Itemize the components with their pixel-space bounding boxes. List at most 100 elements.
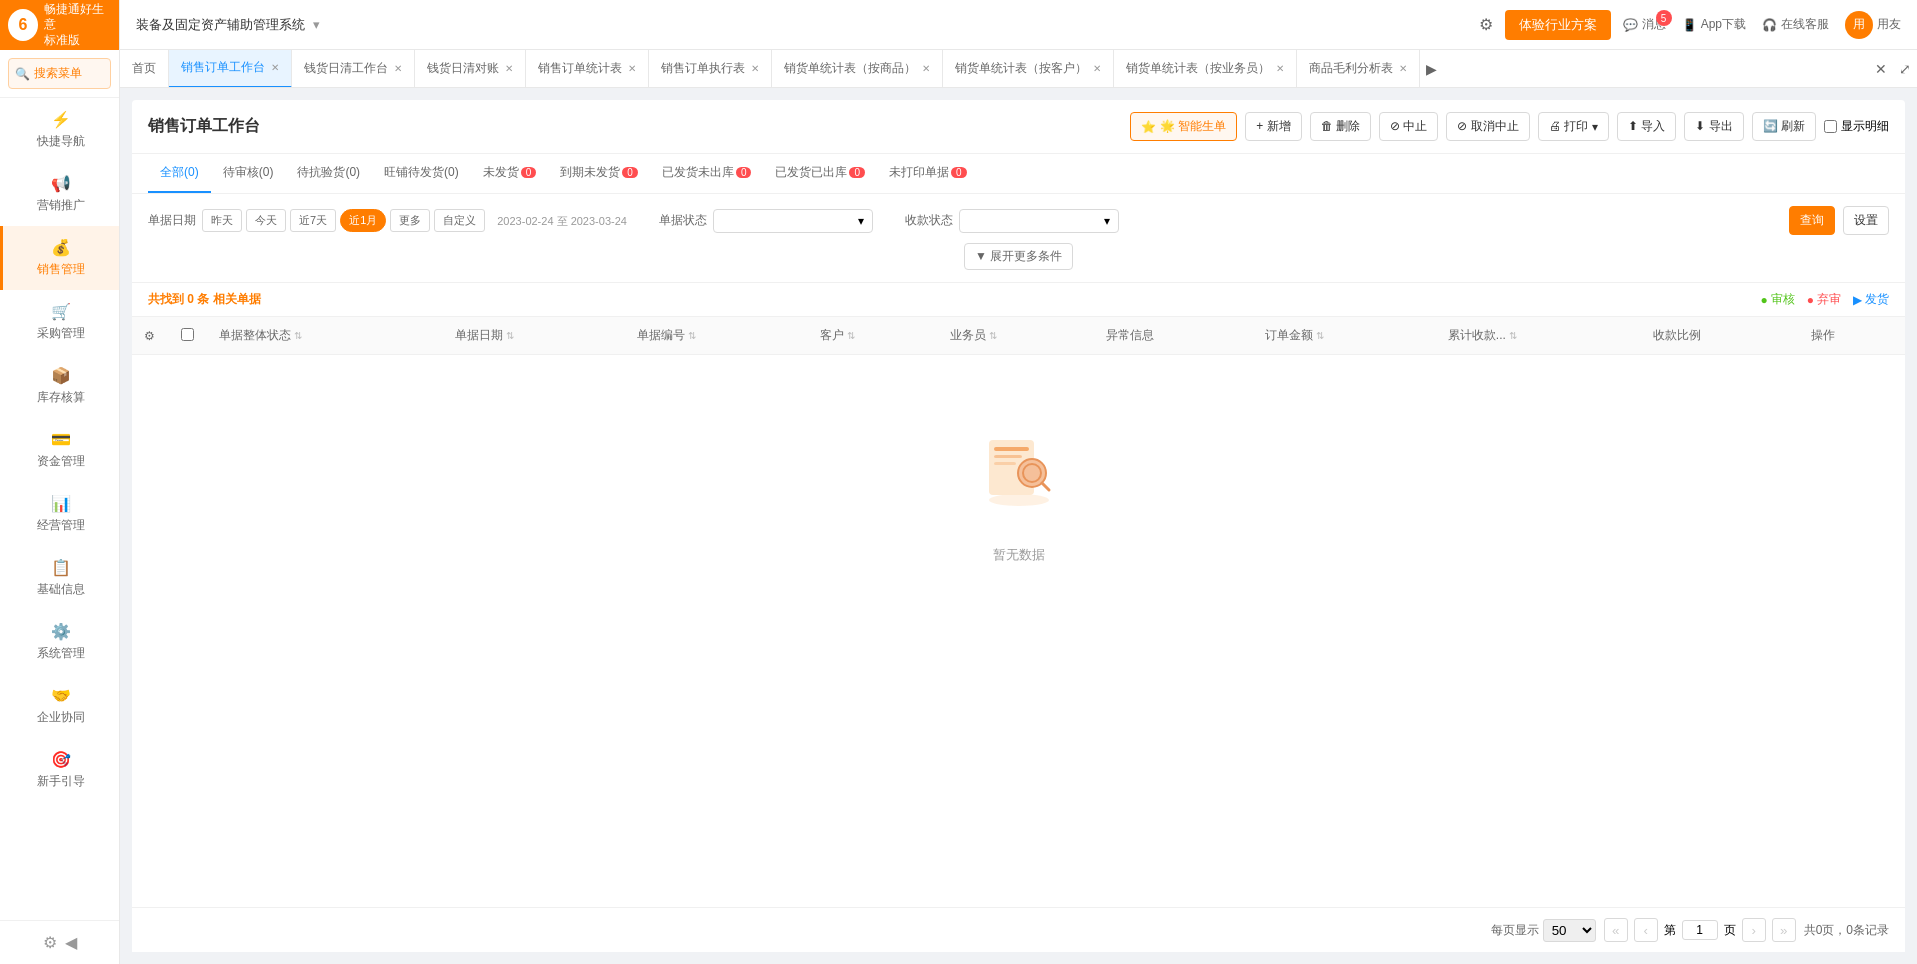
col-number[interactable]: 单据编号 ⇅ [625,317,808,355]
tab-close-cash-reconcile[interactable]: ✕ [505,63,513,74]
sidebar-item-quick-nav[interactable]: ⚡ 快捷导航 [0,98,119,162]
count-value: 0 [187,292,194,306]
content-inner: 销售订单工作台 ⭐ 🌟 智能生单 + 新增 🗑 删除 ⊘ 中止 ⊘ 取消中止 🖨… [120,88,1917,964]
expand-conditions-button[interactable]: ▼ 展开更多条件 [964,243,1073,270]
svg-line-7 [1042,483,1049,490]
tab-close-sales-stat-customer[interactable]: ✕ [1093,63,1101,74]
col-amount[interactable]: 订单金额 ⇅ [1253,317,1436,355]
sidebar-item-marketing[interactable]: 📢 营销推广 [0,162,119,226]
tab-maximize[interactable]: ⤢ [1893,50,1917,88]
col-staff[interactable]: 业务员 ⇅ [938,317,1094,355]
select-all-checkbox[interactable] [181,328,194,341]
batch-reject-button[interactable]: ● 弃审 [1807,291,1841,308]
tab-cash-daily[interactable]: 钱货日清工作台 ✕ [292,50,415,88]
filter-tab-wangpu[interactable]: 旺铺待发货(0) [372,154,471,193]
show-detail-checkbox[interactable] [1824,120,1837,133]
sidebar-item-basic[interactable]: 📋 基础信息 [0,546,119,610]
filter-tab-shipped-out[interactable]: 已发货已出库0 [763,154,877,193]
date-btn-yesterday[interactable]: 昨天 [202,209,242,232]
add-button[interactable]: + 新增 [1245,112,1301,141]
next-page-button[interactable]: › [1742,918,1766,942]
sidebar-item-operation[interactable]: 📊 经营管理 [0,482,119,546]
col-settings-icon[interactable]: ⚙ [144,329,155,343]
date-btn-today[interactable]: 今天 [246,209,286,232]
filter-tab-pending-inspect[interactable]: 待抗验货(0) [285,154,372,193]
import-button[interactable]: ⬆ 导入 [1617,112,1676,141]
stop-button[interactable]: ⊘ 中止 [1379,112,1438,141]
filter-tab-all[interactable]: 全部(0) [148,154,211,193]
collapse-button[interactable]: ◀ [65,933,77,952]
sidebar-item-finance[interactable]: 💳 资金管理 [0,418,119,482]
tab-close-sales-exec[interactable]: ✕ [751,63,759,74]
sort-customer-icon: ⇅ [847,330,855,341]
filter-tab-not-printed[interactable]: 未打印单据0 [877,154,979,193]
tab-close-sales-stat-staff[interactable]: ✕ [1276,63,1284,74]
date-btn-custom[interactable]: 自定义 [434,209,485,232]
print-button[interactable]: 🖨 打印 ▾ [1538,112,1609,141]
tab-close-cash-daily[interactable]: ✕ [394,63,402,74]
query-button[interactable]: 查询 [1789,206,1835,235]
tab-close-sales-workbench[interactable]: ✕ [271,62,279,73]
pagination: 每页显示 20 50 100 « ‹ 第 页 › [132,907,1905,952]
search-menu-button[interactable]: 🔍 搜索菜单 [8,58,111,89]
tab-sales-exec[interactable]: 销售订单执行表 ✕ [649,50,772,88]
solution-button[interactable]: 体验行业方案 [1505,10,1611,40]
batch-approve-button[interactable]: ● 审核 [1761,291,1795,308]
tab-close-sales-stat[interactable]: ✕ [628,63,636,74]
tab-sales-stat-customer[interactable]: 销货单统计表（按客户） ✕ [943,50,1114,88]
col-status[interactable]: 单据整体状态 ⇅ [207,317,443,355]
filter-tab-pending-review[interactable]: 待审核(0) [211,154,286,193]
batch-ship-button[interactable]: ▶ 发货 [1853,291,1889,308]
page-size-select[interactable]: 20 50 100 [1543,919,1596,942]
tab-cash-reconcile[interactable]: 钱货日清对账 ✕ [415,50,526,88]
refresh-button[interactable]: 🔄 刷新 [1752,112,1816,141]
tab-sales-workbench[interactable]: 销售订单工作台 ✕ [169,50,292,88]
cancel-stop-button[interactable]: ⊘ 取消中止 [1446,112,1529,141]
date-btn-7days[interactable]: 近7天 [290,209,336,232]
date-btn-more[interactable]: 更多 [390,209,430,232]
page-number-input[interactable] [1682,920,1718,940]
col-customer[interactable]: 客户 ⇅ [808,317,938,355]
guide-icon: 🎯 [51,750,71,769]
system-dropdown-icon[interactable]: ▾ [313,17,320,32]
tab-close-sales-stat-product[interactable]: ✕ [922,63,930,74]
col-date[interactable]: 单据日期 ⇅ [443,317,626,355]
tab-home[interactable]: 首页 [120,50,169,88]
sidebar-item-sales[interactable]: 💰 销售管理 [0,226,119,290]
sidebar-item-system[interactable]: ⚙️ 系统管理 [0,610,119,674]
show-detail-label[interactable]: 显示明细 [1824,118,1889,135]
sidebar-item-guide[interactable]: 🎯 新手引导 [0,738,119,802]
tab-sales-stat-product[interactable]: 销货单统计表（按商品） ✕ [772,50,943,88]
messages-button[interactable]: 💬 消息 5 [1623,16,1666,33]
sidebar-item-inventory[interactable]: 📦 库存核算 [0,354,119,418]
filter-tab-not-shipped[interactable]: 未发货0 [471,154,549,193]
tab-sales-stat[interactable]: 销售订单统计表 ✕ [526,50,649,88]
tab-product-margin[interactable]: 商品毛利分析表 ✕ [1297,50,1420,88]
tab-close-product-margin[interactable]: ✕ [1399,63,1407,74]
prev-page-button[interactable]: ‹ [1634,918,1658,942]
user-profile-button[interactable]: 用 用友 [1845,11,1901,39]
first-page-button[interactable]: « [1604,918,1628,942]
tab-sales-stat-staff[interactable]: 销货单统计表（按业务员） ✕ [1114,50,1297,88]
filter-tab-shipped-not-out[interactable]: 已发货未出库0 [650,154,764,193]
tab-scroll-right[interactable]: ▶ [1420,50,1443,88]
smart-generate-button[interactable]: ⭐ 🌟 智能生单 [1130,112,1237,141]
export-button[interactable]: ⬇ 导出 [1684,112,1743,141]
app-download-button[interactable]: 📱 App下载 [1682,16,1746,33]
tab-close-all[interactable]: ✕ [1869,50,1893,88]
date-btn-1month[interactable]: 近1月 [340,209,386,232]
col-collected[interactable]: 累计收款... ⇅ [1436,317,1641,355]
filter-settings-button[interactable]: 设置 [1843,206,1889,235]
online-service-button[interactable]: 🎧 在线客服 [1762,16,1829,33]
settings-button[interactable]: ⚙ [43,933,57,952]
sidebar-item-purchase[interactable]: 🛒 采购管理 [0,290,119,354]
last-page-button[interactable]: » [1772,918,1796,942]
topbar-settings-icon[interactable]: ⚙ [1479,15,1493,34]
status-select[interactable]: ▾ [713,209,873,233]
sidebar-bottom: ⚙ ◀ [0,920,119,964]
payment-select[interactable]: ▾ [959,209,1119,233]
sidebar-item-cooperation[interactable]: 🤝 企业协同 [0,674,119,738]
filter-tab-overdue-not-shipped[interactable]: 到期未发货0 [548,154,650,193]
sort-status-icon: ⇅ [294,330,302,341]
delete-button[interactable]: 🗑 删除 [1310,112,1371,141]
